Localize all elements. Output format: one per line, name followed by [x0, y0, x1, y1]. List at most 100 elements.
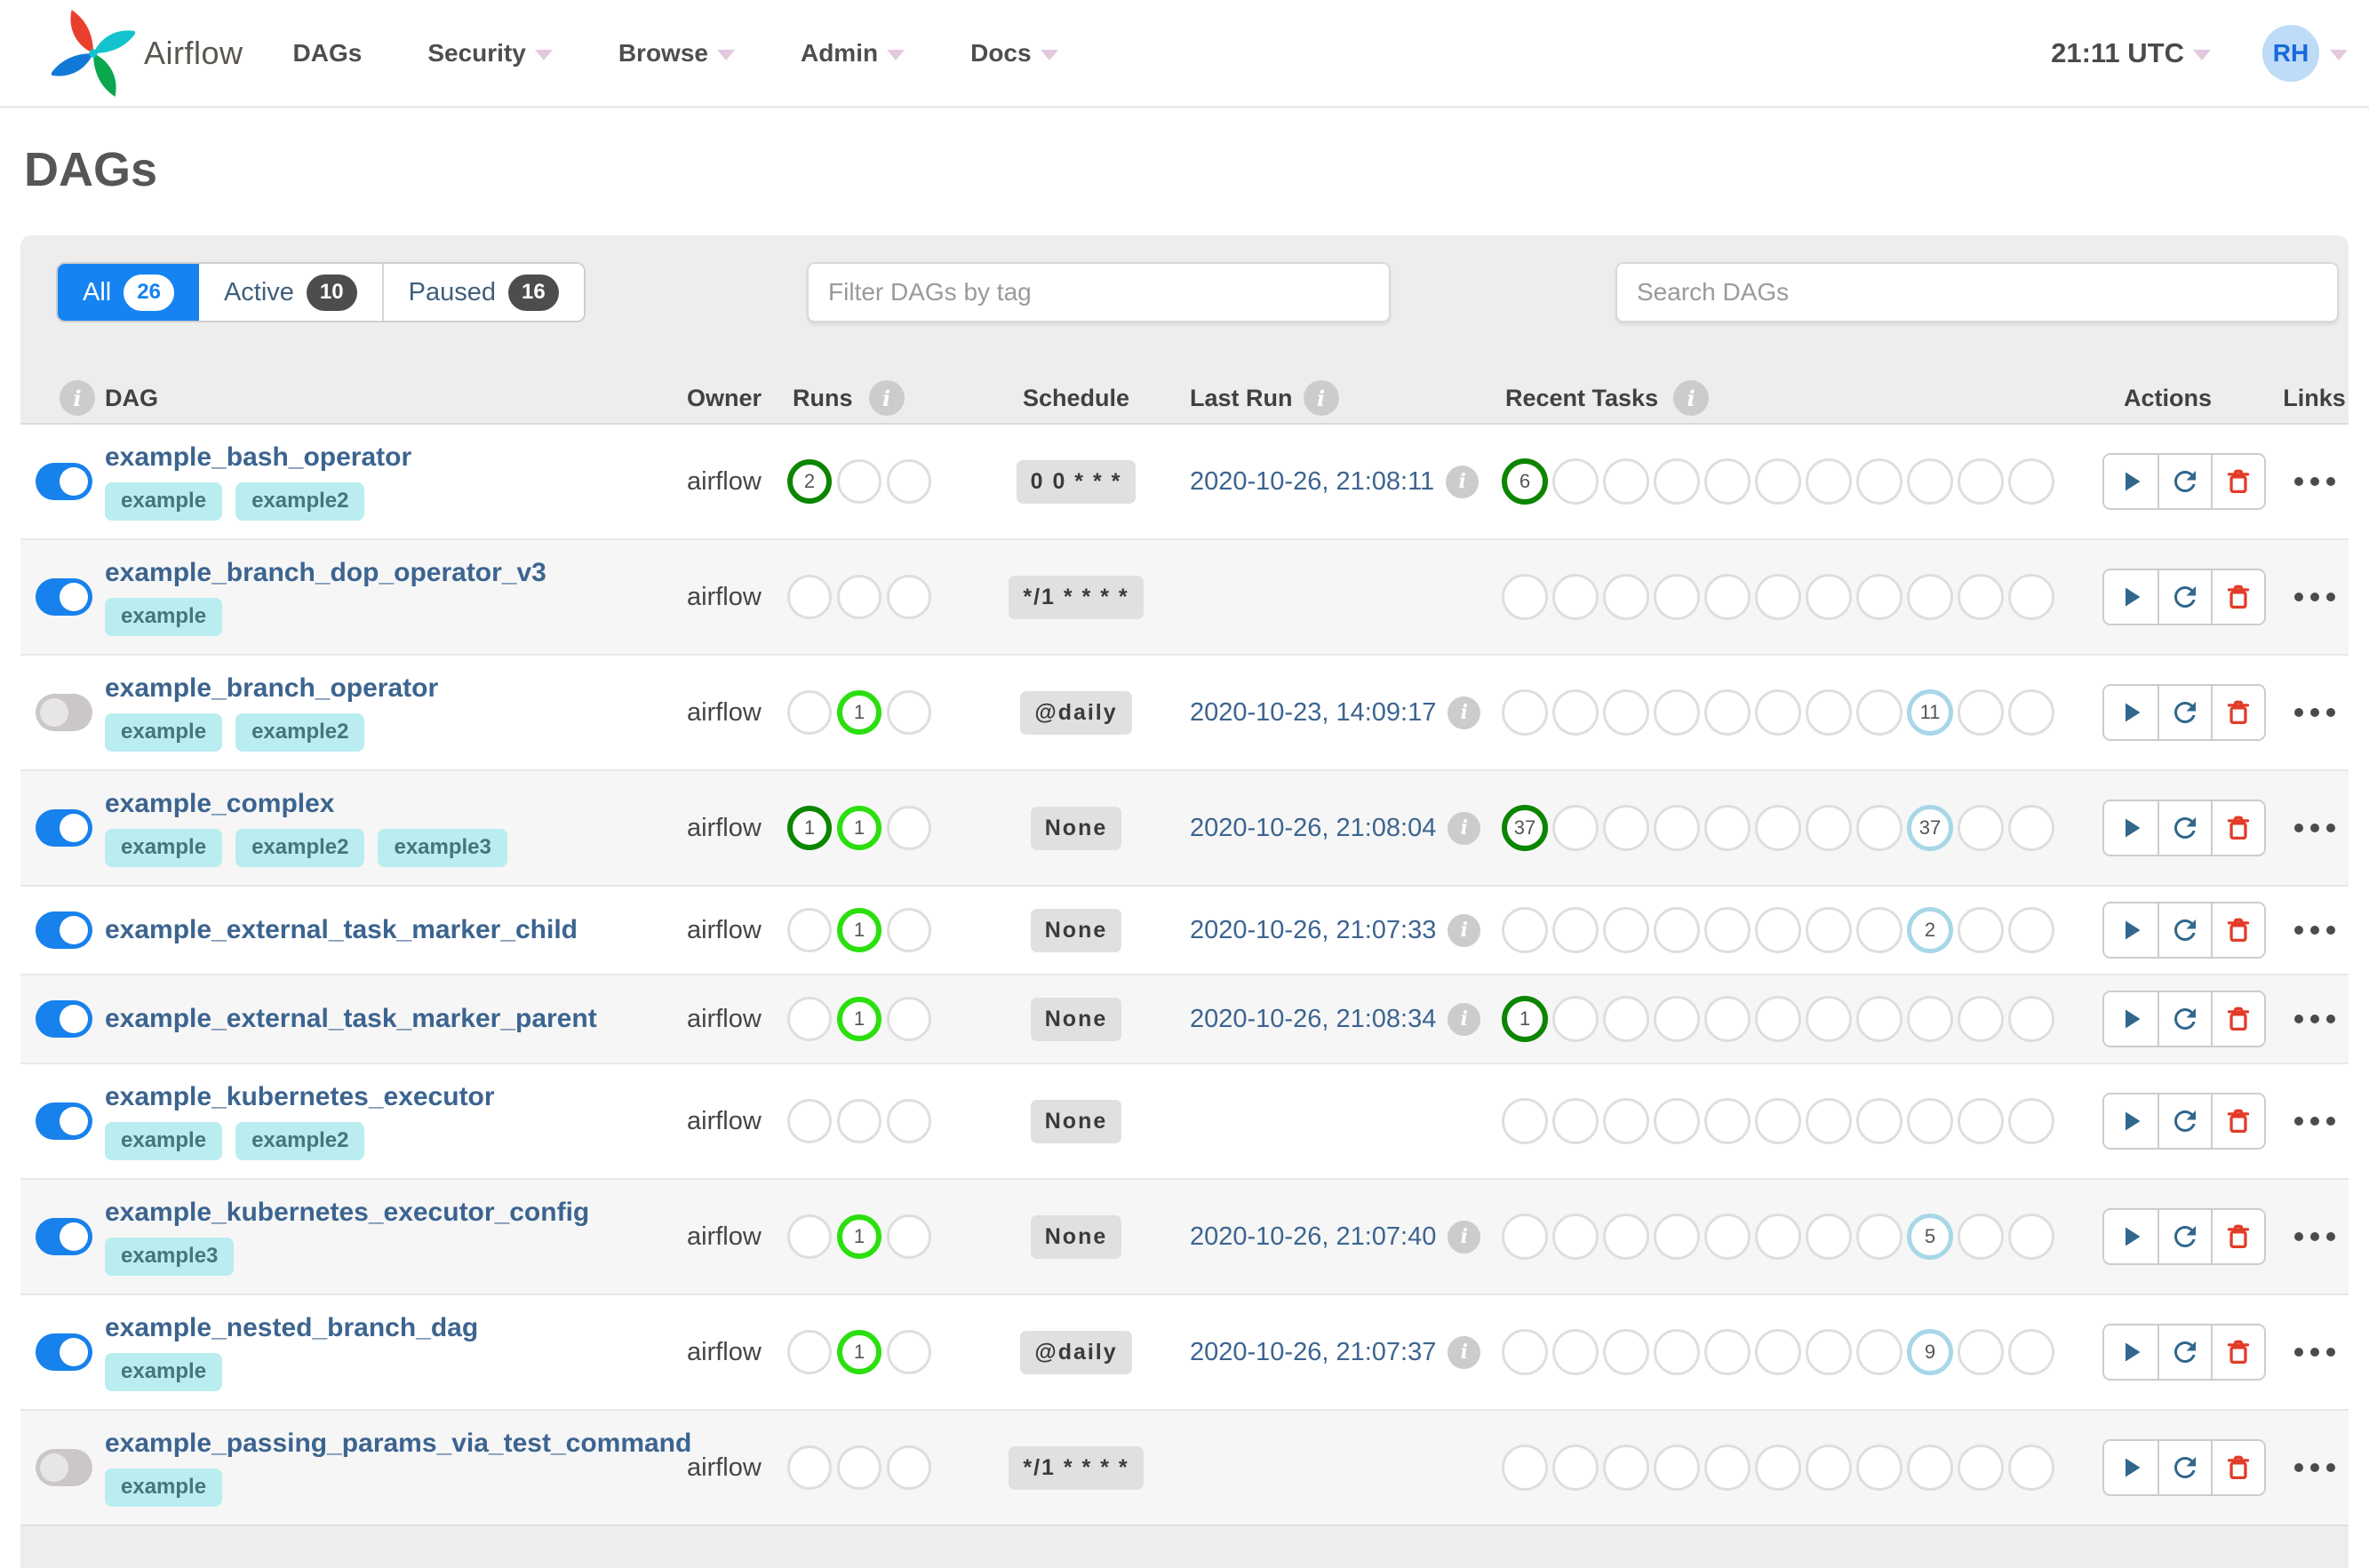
info-icon[interactable]: i [1448, 1220, 1481, 1254]
task-state-circle[interactable] [1958, 1445, 2004, 1491]
links-menu[interactable] [2291, 699, 2339, 726]
task-state-circle[interactable] [1654, 1329, 1700, 1375]
task-state-circle[interactable] [2008, 1445, 2054, 1491]
task-state-circle[interactable] [1856, 996, 1902, 1042]
brand-link[interactable]: Airflow [52, 6, 243, 100]
task-state-circle[interactable] [1704, 1098, 1751, 1144]
task-state-circle[interactable] [1603, 1329, 1649, 1375]
trigger-dag-button[interactable] [2104, 1094, 2158, 1148]
task-state-circle[interactable] [1704, 1329, 1751, 1375]
info-icon[interactable]: i [1446, 465, 1480, 498]
task-state-circle[interactable] [1806, 805, 1852, 851]
dag-name-link[interactable]: example_kubernetes_executor [105, 1082, 495, 1112]
task-state-circle[interactable] [1704, 907, 1751, 953]
task-state-circle[interactable] [1603, 1445, 1649, 1491]
task-state-circle[interactable] [1806, 1445, 1852, 1491]
refresh-dag-button[interactable] [2158, 1441, 2211, 1494]
refresh-dag-button[interactable] [2158, 570, 2211, 624]
delete-dag-button[interactable] [2211, 1094, 2264, 1148]
task-state-circle[interactable] [1907, 458, 1953, 505]
trigger-dag-button[interactable] [2104, 1441, 2158, 1494]
task-state-circle[interactable] [1502, 907, 1548, 953]
task-state-circle[interactable] [1958, 996, 2004, 1042]
task-state-circle[interactable] [1907, 1445, 1953, 1491]
task-state-circle[interactable] [1856, 1329, 1902, 1375]
refresh-dag-button[interactable] [2158, 1325, 2211, 1379]
refresh-dag-button[interactable] [2158, 801, 2211, 855]
dag-run-circle[interactable] [787, 908, 832, 952]
dag-pause-toggle[interactable] [36, 809, 92, 847]
links-menu[interactable] [2291, 1339, 2339, 1365]
task-state-circle[interactable] [2008, 574, 2054, 620]
dag-pause-toggle[interactable] [36, 578, 92, 616]
dag-tag[interactable]: example3 [105, 1238, 235, 1276]
delete-dag-button[interactable] [2211, 1210, 2264, 1263]
dag-run-circle[interactable]: 1 [837, 908, 881, 952]
trigger-dag-button[interactable] [2104, 801, 2158, 855]
task-state-circle[interactable] [1856, 805, 1902, 851]
task-state-circle[interactable] [1603, 805, 1649, 851]
last-run-link[interactable]: 2020-10-26, 21:08:11 [1190, 467, 1434, 497]
dag-run-circle[interactable] [887, 1214, 931, 1259]
dag-run-circle[interactable] [787, 575, 832, 619]
dag-run-circle[interactable] [787, 1099, 832, 1143]
task-state-circle[interactable] [1806, 907, 1852, 953]
last-run-link[interactable]: 2020-10-26, 21:07:33 [1190, 916, 1436, 945]
trigger-dag-button[interactable] [2104, 570, 2158, 624]
task-state-circle[interactable] [1704, 996, 1751, 1042]
tag-filter-input[interactable] [807, 262, 1391, 322]
info-icon[interactable]: i [60, 380, 95, 416]
dag-name-link[interactable]: example_external_task_marker_parent [105, 1004, 597, 1034]
task-state-circle[interactable] [2008, 1214, 2054, 1260]
trigger-dag-button[interactable] [2104, 455, 2158, 508]
dag-name-link[interactable]: example_complex [105, 789, 334, 819]
task-state-circle[interactable] [1755, 805, 1801, 851]
task-state-circle[interactable] [1603, 907, 1649, 953]
trigger-dag-button[interactable] [2104, 903, 2158, 957]
task-state-circle[interactable] [2008, 907, 2054, 953]
task-state-circle[interactable] [1755, 574, 1801, 620]
nav-dags[interactable]: DAGs [293, 39, 363, 68]
task-state-circle[interactable] [2008, 805, 2054, 851]
delete-dag-button[interactable] [2211, 1325, 2264, 1379]
task-state-circle[interactable]: 2 [1907, 907, 1953, 953]
dag-run-circle[interactable] [887, 997, 931, 1041]
dag-tag[interactable]: example [105, 829, 223, 867]
task-state-circle[interactable] [1552, 574, 1599, 620]
info-icon[interactable]: i [1448, 1002, 1481, 1036]
delete-dag-button[interactable] [2211, 455, 2264, 508]
links-menu[interactable] [2291, 468, 2339, 495]
task-state-circle[interactable] [1654, 458, 1700, 505]
links-menu[interactable] [2291, 584, 2339, 610]
last-run-link[interactable]: 2020-10-23, 14:09:17 [1190, 698, 1436, 728]
links-menu[interactable] [2291, 815, 2339, 841]
task-state-circle[interactable] [2008, 458, 2054, 505]
task-state-circle[interactable] [1907, 996, 1953, 1042]
dag-run-circle[interactable]: 1 [837, 806, 881, 850]
dag-run-circle[interactable] [887, 908, 931, 952]
links-menu[interactable] [2291, 1223, 2339, 1250]
task-state-circle[interactable] [1603, 574, 1649, 620]
dag-tag[interactable]: example [105, 1122, 223, 1160]
task-state-circle[interactable] [1654, 1445, 1700, 1491]
task-state-circle[interactable] [1958, 574, 2004, 620]
dag-run-circle[interactable] [887, 1099, 931, 1143]
dag-name-link[interactable]: example_branch_operator [105, 673, 438, 704]
info-icon[interactable]: i [868, 380, 905, 416]
dag-pause-toggle[interactable] [36, 1000, 92, 1038]
task-state-circle[interactable] [2008, 1098, 2054, 1144]
last-run-link[interactable]: 2020-10-26, 21:08:04 [1190, 814, 1436, 843]
tab-paused[interactable]: Paused 16 [381, 264, 584, 321]
task-state-circle[interactable] [1704, 458, 1751, 505]
dag-pause-toggle[interactable] [36, 1449, 92, 1486]
dag-run-circle[interactable] [787, 1445, 832, 1490]
task-state-circle[interactable] [1502, 574, 1548, 620]
dag-run-circle[interactable] [887, 459, 931, 504]
task-state-circle[interactable] [1806, 458, 1852, 505]
task-state-circle[interactable] [1654, 805, 1700, 851]
task-state-circle[interactable] [1552, 1214, 1599, 1260]
task-state-circle[interactable] [1654, 996, 1700, 1042]
dag-run-circle[interactable] [887, 806, 931, 850]
task-state-circle[interactable] [1552, 1445, 1599, 1491]
task-state-circle[interactable] [1654, 689, 1700, 736]
